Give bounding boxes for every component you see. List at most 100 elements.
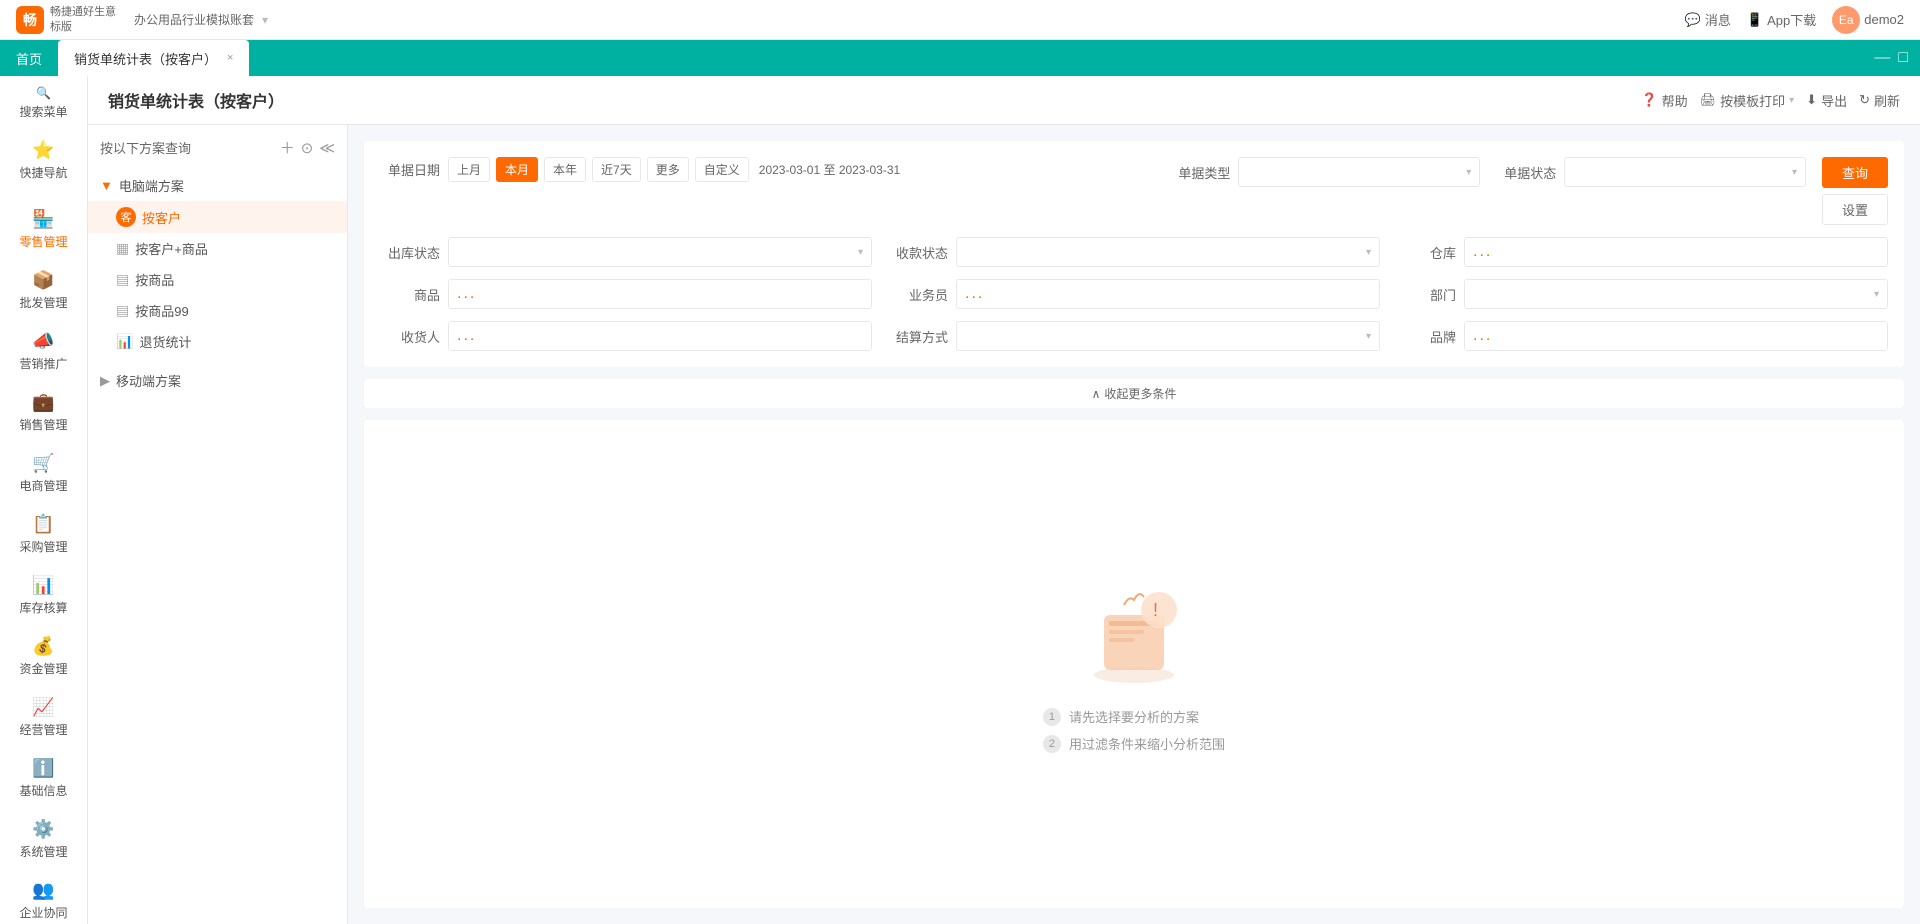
- sidebar-item-shortcut[interactable]: ⭐ 快捷导航: [0, 130, 87, 191]
- messages-button[interactable]: 💬 消息: [1685, 10, 1731, 29]
- department-arrow: ▾: [1874, 289, 1879, 300]
- tab-bar-actions: — □: [1874, 49, 1920, 67]
- sidebar-item-management[interactable]: 📈 经营管理: [0, 687, 87, 748]
- order-status-arrow: ▾: [1792, 167, 1797, 178]
- sidebar-item-finance[interactable]: 💰 资金管理: [0, 626, 87, 687]
- sidebar-search[interactable]: 🔍 搜索菜单: [0, 76, 87, 130]
- collab-icon: 👥: [32, 880, 54, 901]
- header-left: 畅 畅捷通好生意 标版 办公用品行业模拟账套 ▾: [16, 5, 268, 34]
- tree-mobile-parent[interactable]: ▶ 移动端方案: [88, 365, 347, 396]
- tab-active[interactable]: 销货单统计表（按客户） ×: [58, 40, 249, 76]
- tab-home[interactable]: 首页: [0, 40, 58, 76]
- logo-icon: 畅: [16, 6, 44, 34]
- date-btn-this-year[interactable]: 本年: [544, 157, 586, 182]
- sidebar-item-purchase[interactable]: 📋 采购管理: [0, 504, 87, 565]
- help-button[interactable]: ❓ 帮助: [1641, 91, 1687, 110]
- tab-bar: 首页 销货单统计表（按客户） × — □: [0, 40, 1920, 76]
- shortcut-icon: ⭐: [32, 140, 54, 161]
- empty-tip-1: 1 请先选择要分析的方案: [1043, 707, 1225, 726]
- tree-arrow-down: ▼: [100, 178, 113, 193]
- receiver-select[interactable]: ...: [448, 321, 872, 351]
- inventory-icon: 📊: [32, 575, 54, 596]
- add-scheme-button[interactable]: ＋: [280, 137, 295, 158]
- top-header: 畅 畅捷通好生意 标版 办公用品行业模拟账套 ▾ 💬 消息 📱 App下载 Ea…: [0, 0, 1920, 40]
- refresh-button[interactable]: ↻ 刷新: [1859, 91, 1900, 110]
- logo-area: 畅 畅捷通好生意 标版: [16, 5, 116, 34]
- date-btn-last-month[interactable]: 上月: [448, 157, 490, 182]
- brand-select[interactable]: ...: [1464, 321, 1888, 351]
- order-type-select[interactable]: ▾: [1238, 157, 1480, 187]
- tree-desktop-parent[interactable]: ▼ 电脑端方案: [88, 170, 347, 201]
- collapse-button[interactable]: ∧ 收起更多条件: [364, 379, 1904, 408]
- tab-minimize-button[interactable]: —: [1874, 49, 1890, 67]
- sidebar-item-inventory[interactable]: 📊 库存核算: [0, 565, 87, 626]
- date-range: 2023-03-01 至 2023-03-31: [759, 161, 900, 178]
- tree-child-returns[interactable]: 📊 退货统计: [88, 326, 347, 357]
- payment-select[interactable]: ▾: [956, 237, 1380, 267]
- goods-label: 商品: [380, 285, 440, 304]
- tree-child-goods99[interactable]: ▤ 按商品99: [88, 295, 347, 326]
- tab-maximize-button[interactable]: □: [1898, 49, 1908, 67]
- query-button[interactable]: 查询: [1822, 157, 1888, 188]
- sidebar-item-basic[interactable]: ℹ️ 基础信息: [0, 748, 87, 809]
- tip-num-2: 2: [1043, 735, 1061, 753]
- empty-illustration: !: [1074, 575, 1194, 695]
- user-menu[interactable]: Ea demo2: [1832, 6, 1904, 34]
- department-select[interactable]: ▾: [1464, 279, 1888, 309]
- date-btn-this-month[interactable]: 本月: [496, 157, 538, 182]
- breadcrumb: 办公用品行业模拟账套: [134, 11, 254, 28]
- date-btn-custom[interactable]: 自定义: [695, 157, 749, 182]
- download-button[interactable]: 📱 App下载: [1747, 10, 1816, 29]
- salesman-select[interactable]: ...: [956, 279, 1380, 309]
- wholesale-icon: 📦: [32, 270, 54, 291]
- collapse-panel-button[interactable]: ≪: [319, 139, 335, 157]
- settle-label: 结算方式: [888, 327, 948, 346]
- outbound-select[interactable]: ▾: [448, 237, 872, 267]
- page-header: 销货单统计表（按客户） ❓ 帮助 🖨 按模板打印 ▾ ⬇ 导出 ↻: [88, 76, 1920, 125]
- page-header-actions: ❓ 帮助 🖨 按模板打印 ▾ ⬇ 导出 ↻ 刷新: [1641, 91, 1900, 122]
- breadcrumb-arrow: ▾: [262, 13, 268, 27]
- sidebar-item-marketing[interactable]: 📣 营销推广: [0, 321, 87, 382]
- sales-icon: 💼: [32, 392, 54, 413]
- goods-select[interactable]: ...: [448, 279, 872, 309]
- warehouse-select[interactable]: ...: [1464, 237, 1888, 267]
- sidebar-item-system[interactable]: ⚙️ 系统管理: [0, 809, 87, 870]
- header-right: 💬 消息 📱 App下载 Ea demo2: [1685, 6, 1904, 34]
- sidebar-item-wholesale[interactable]: 📦 批发管理: [0, 260, 87, 321]
- settings-button[interactable]: 设置: [1822, 194, 1888, 225]
- tree-child-by-customer[interactable]: 客 按客户: [88, 201, 347, 233]
- sidebar-item-ecommerce[interactable]: 🛒 电商管理: [0, 443, 87, 504]
- tree-child-by-goods[interactable]: ▤ 按商品: [88, 264, 347, 295]
- sidebar-item-retail[interactable]: 🏪 零售管理: [0, 199, 87, 260]
- date-label: 单据日期: [380, 160, 440, 179]
- settle-select[interactable]: ▾: [956, 321, 1380, 351]
- left-panel-icons: ＋ ⊙ ≪: [280, 137, 335, 158]
- filter-area: 单据日期 上月 本月 本年 近7天 更多 自定义 2023-03-01 至 20…: [364, 141, 1904, 367]
- tip-num-1: 1: [1043, 708, 1061, 726]
- sidebar: 🔍 搜索菜单 ⭐ 快捷导航 🏪 零售管理 📦 批发管理 📣 营销推广 💼 销售管…: [0, 76, 88, 924]
- tree-child-customer-goods[interactable]: ▦ 按客户+商品: [88, 233, 347, 264]
- basic-icon: ℹ️: [32, 758, 54, 779]
- export-button[interactable]: ⬇ 导出: [1806, 91, 1847, 110]
- returns-icon: 📊: [116, 333, 133, 350]
- system-icon: ⚙️: [32, 819, 54, 840]
- print-button[interactable]: 🖨 按模板打印 ▾: [1700, 91, 1795, 110]
- date-btn-more[interactable]: 更多: [647, 157, 689, 182]
- sidebar-item-sales[interactable]: 💼 销售管理: [0, 382, 87, 443]
- salesman-label: 业务员: [888, 285, 948, 304]
- export-icon: ⬇: [1806, 92, 1817, 108]
- right-content: 单据日期 上月 本月 本年 近7天 更多 自定义 2023-03-01 至 20…: [348, 125, 1920, 924]
- sidebar-item-collab[interactable]: 👥 企业协同: [0, 870, 87, 924]
- left-panel: 按以下方案查询 ＋ ⊙ ≪ ▼ 电脑端方案 客 按客户: [88, 125, 348, 924]
- empty-tips: 1 请先选择要分析的方案 2 用过滤条件来缩小分析范围: [1043, 707, 1225, 753]
- date-btn-7days[interactable]: 近7天: [592, 157, 641, 182]
- receiver-label: 收货人: [380, 327, 440, 346]
- refresh-scheme-button[interactable]: ⊙: [301, 139, 314, 157]
- tab-close-button[interactable]: ×: [227, 52, 233, 64]
- split-layout: 按以下方案查询 ＋ ⊙ ≪ ▼ 电脑端方案 客 按客户: [88, 125, 1920, 924]
- empty-tip-2: 2 用过滤条件来缩小分析范围: [1043, 734, 1225, 753]
- download-icon: 📱: [1747, 12, 1763, 28]
- page-title: 销货单统计表（按客户）: [108, 88, 284, 112]
- outbound-arrow: ▾: [858, 247, 863, 258]
- order-status-select[interactable]: ▾: [1564, 157, 1806, 187]
